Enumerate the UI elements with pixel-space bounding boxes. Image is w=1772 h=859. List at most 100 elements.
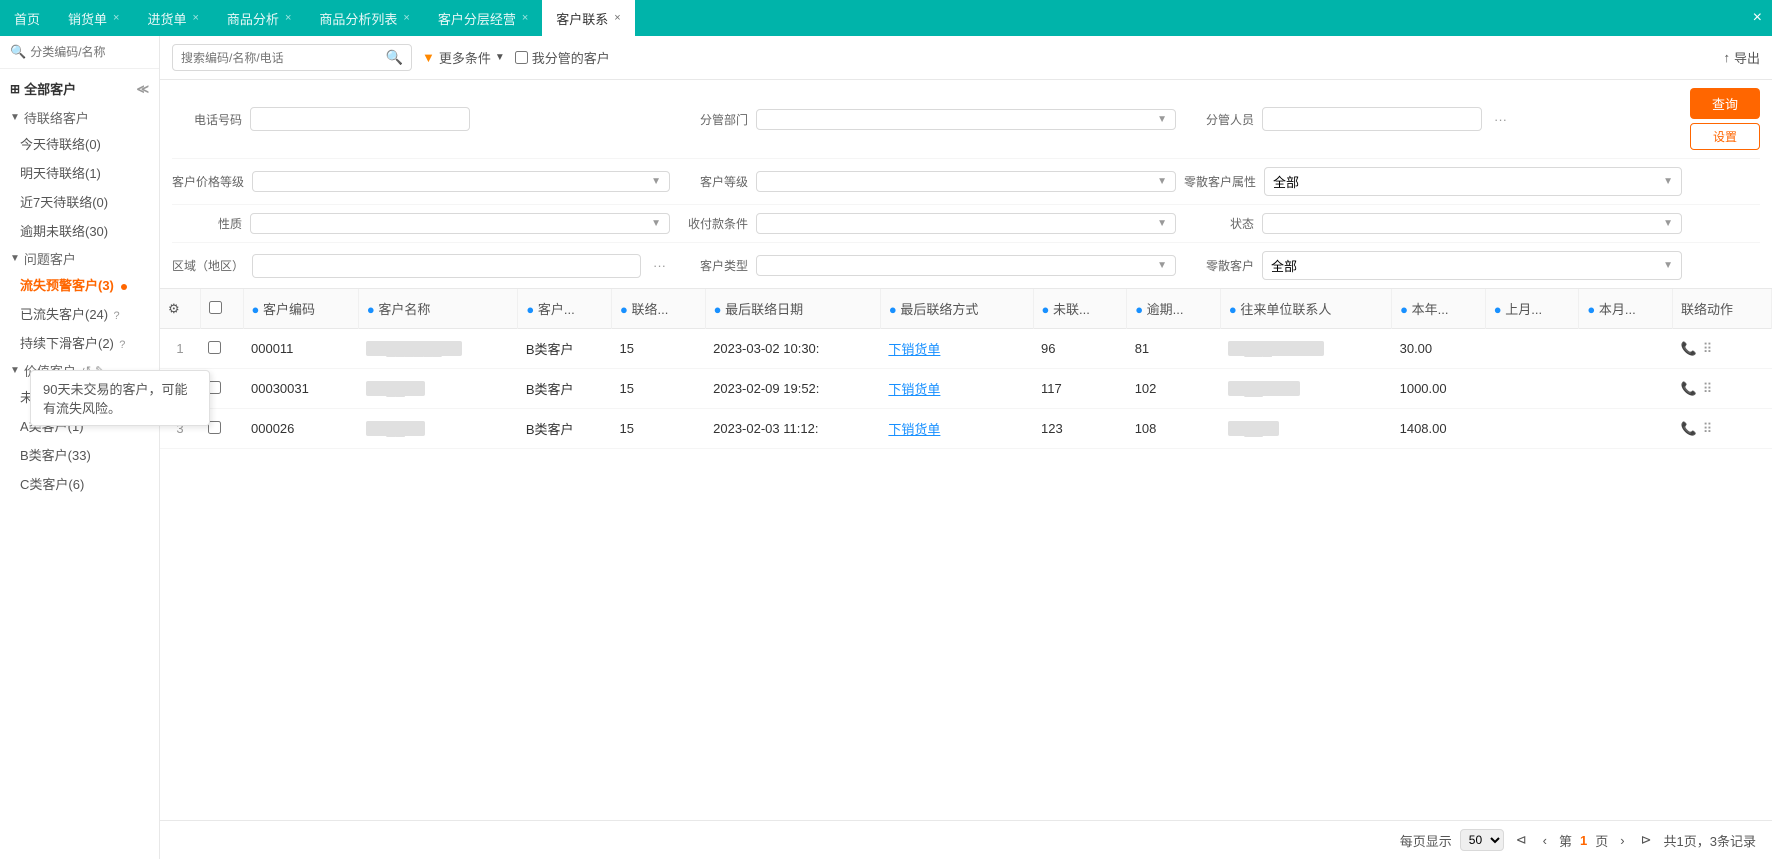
first-page-btn[interactable]: ⊲ [1512, 830, 1531, 850]
col-checkbox[interactable] [200, 289, 243, 329]
tab-purchase[interactable]: 进货单 × [133, 0, 212, 36]
window-close-btn[interactable]: × [1753, 9, 1772, 27]
sidebar-search-input[interactable] [30, 45, 149, 59]
sidebar: 🔍 ⊞ 全部客户 ≪ ▼ 待联络客户 今天待联络(0) 明天待联络(1) 近7天 [0, 36, 160, 859]
price-grade-select[interactable]: ▼ [252, 171, 670, 192]
row-action[interactable]: 📞 ⠿ [1673, 329, 1772, 369]
section-pending-contact[interactable]: ▼ 待联络客户 [0, 104, 159, 129]
main-layout: 🔍 ⊞ 全部客户 ≪ ▼ 待联络客户 今天待联络(0) 明天待联络(1) 近7天 [0, 36, 1772, 859]
tab-sales[interactable]: 销货单 × [54, 0, 133, 36]
col-settings[interactable]: ⚙ [160, 289, 200, 329]
page-label: 第 [1559, 831, 1572, 850]
row-no-contact: 123 [1033, 409, 1127, 449]
info-icon-2[interactable]: ? [119, 339, 125, 351]
sidebar-item-tomorrow[interactable]: 明天待联络(1) [0, 158, 159, 187]
sidebar-item-overdue[interactable]: 逾期未联络(30) [0, 216, 159, 245]
page-unit: 页 [1595, 831, 1608, 850]
scatter-attr-select[interactable]: 全部 ▼ [1264, 167, 1682, 196]
sidebar-item-class-c[interactable]: C类客户(6) [0, 469, 159, 498]
prev-page-btn[interactable]: ‹ [1539, 831, 1551, 850]
col-year[interactable]: ● 本年... [1392, 289, 1486, 329]
sidebar-item-today[interactable]: 今天待联络(0) [0, 129, 159, 158]
phone-action-icon[interactable]: 📞 [1681, 341, 1697, 357]
col-contact-person[interactable]: ● 往来单位联系人 [1220, 289, 1391, 329]
sidebar-all-customers[interactable]: ⊞ 全部客户 ≪ [0, 73, 159, 104]
tab-product-list[interactable]: 商品分析列表 × [305, 0, 423, 36]
phone-input[interactable] [250, 107, 470, 131]
my-customers-check[interactable] [515, 51, 528, 64]
search-icon[interactable]: 🔍 [386, 49, 403, 66]
collapse-icon[interactable]: ≪ [136, 82, 149, 96]
sidebar-item-churn-warning[interactable]: 流失预警客户(3) [0, 270, 159, 299]
col-last-date[interactable]: ● 最后联络日期 [705, 289, 880, 329]
my-customers-checkbox[interactable]: 我分管的客户 [515, 48, 610, 67]
row-action[interactable]: 📞 ⠿ [1673, 369, 1772, 409]
customer-table: ⚙ ● 客户编码 ● 客户名称 ● [160, 289, 1772, 449]
col-name[interactable]: ● 客户名称 [358, 289, 517, 329]
price-grade-arrow: ▼ [651, 176, 661, 187]
col-type[interactable]: ● 客户... [518, 289, 612, 329]
tab-home[interactable]: 首页 [0, 0, 54, 36]
section-arrow: ▼ [10, 112, 20, 123]
row-type: B类客户 [518, 329, 612, 369]
tab-purchase-close[interactable]: × [192, 12, 198, 24]
row-last-method[interactable]: 下销货单 [880, 409, 1033, 449]
more-action-icon[interactable]: ⠿ [1703, 341, 1713, 357]
col-last-month[interactable]: ● 上月... [1485, 289, 1579, 329]
tab-product-analysis[interactable]: 商品分析 × [213, 0, 305, 36]
col-this-month[interactable]: ● 本月... [1579, 289, 1673, 329]
region-input[interactable] [252, 254, 641, 278]
per-page-select[interactable]: 50 [1460, 829, 1504, 851]
cust-grade-select[interactable]: ▼ [756, 171, 1176, 192]
last-page-btn[interactable]: ⊳ [1637, 830, 1656, 850]
col-code[interactable]: ● 客户编码 [243, 289, 358, 329]
phone-action-icon[interactable]: 📞 [1681, 421, 1697, 437]
filter-btn[interactable]: ▼ 更多条件 ▼ [422, 48, 505, 67]
filter-icon: ▼ [422, 50, 435, 65]
col-last-method[interactable]: ● 最后联络方式 [880, 289, 1033, 329]
manager-input[interactable] [1262, 107, 1482, 131]
region-dots[interactable]: ··· [649, 258, 670, 273]
sidebar-item-class-b[interactable]: B类客户(33) [0, 440, 159, 469]
select-all-checkbox[interactable] [209, 301, 222, 314]
export-btn[interactable]: ↑ 导出 [1723, 48, 1760, 67]
row-action[interactable]: 📞 ⠿ [1673, 409, 1772, 449]
next-page-btn[interactable]: › [1616, 831, 1628, 850]
scatter-cust-select[interactable]: 全部 ▼ [1262, 251, 1682, 280]
more-action-icon[interactable]: ⠿ [1703, 381, 1713, 397]
payment-select[interactable]: ▼ [756, 213, 1176, 234]
tab-customer-tier[interactable]: 客户分层经营 × [424, 0, 542, 36]
tab-customer-tier-close[interactable]: × [522, 12, 528, 24]
col-contact-days[interactable]: ● 联络... [612, 289, 706, 329]
row-last-method[interactable]: 下销货单 [880, 369, 1033, 409]
manager-label: 分管人员 [1184, 111, 1254, 128]
filter-field-phone: 电话号码 [172, 107, 670, 131]
sidebar-item-declining[interactable]: 持续下滑客户(2) ? [0, 328, 159, 357]
tab-product-list-close[interactable]: × [403, 12, 409, 24]
dept-arrow-icon: ▼ [1157, 114, 1167, 125]
phone-action-icon[interactable]: 📞 [1681, 381, 1697, 397]
tab-product-analysis-close[interactable]: × [285, 12, 291, 24]
more-action-icon[interactable]: ⠿ [1703, 421, 1713, 437]
sidebar-item-7days[interactable]: 近7天待联络(0) [0, 187, 159, 216]
status-select[interactable]: ▼ [1262, 213, 1682, 234]
dept-select[interactable]: ▼ [756, 109, 1176, 130]
row-last-method[interactable]: 下销货单 [880, 329, 1033, 369]
info-icon[interactable]: ? [113, 310, 119, 322]
query-button[interactable]: 查询 [1690, 88, 1760, 119]
tab-customer-contact[interactable]: 客户联系 × [542, 0, 634, 36]
row-type: B类客户 [518, 369, 612, 409]
settings-button[interactable]: 设置 [1690, 123, 1760, 150]
nature-select[interactable]: ▼ [250, 213, 670, 234]
col-no-contact[interactable]: ● 未联... [1033, 289, 1127, 329]
manager-dots[interactable]: ··· [1490, 112, 1511, 127]
sidebar-item-churned[interactable]: 已流失客户(24) ? [0, 299, 159, 328]
cust-type-select[interactable]: ▼ [756, 255, 1176, 276]
col-overdue[interactable]: ● 逾期... [1127, 289, 1221, 329]
section-problem-customers[interactable]: ▼ 问题客户 [0, 245, 159, 270]
search-input[interactable] [181, 51, 386, 65]
tab-customer-contact-close[interactable]: × [614, 12, 620, 24]
cust-type-label: 客户类型 [678, 257, 748, 274]
tab-sales-close[interactable]: × [113, 12, 119, 24]
row-checkbox[interactable] [200, 329, 243, 369]
